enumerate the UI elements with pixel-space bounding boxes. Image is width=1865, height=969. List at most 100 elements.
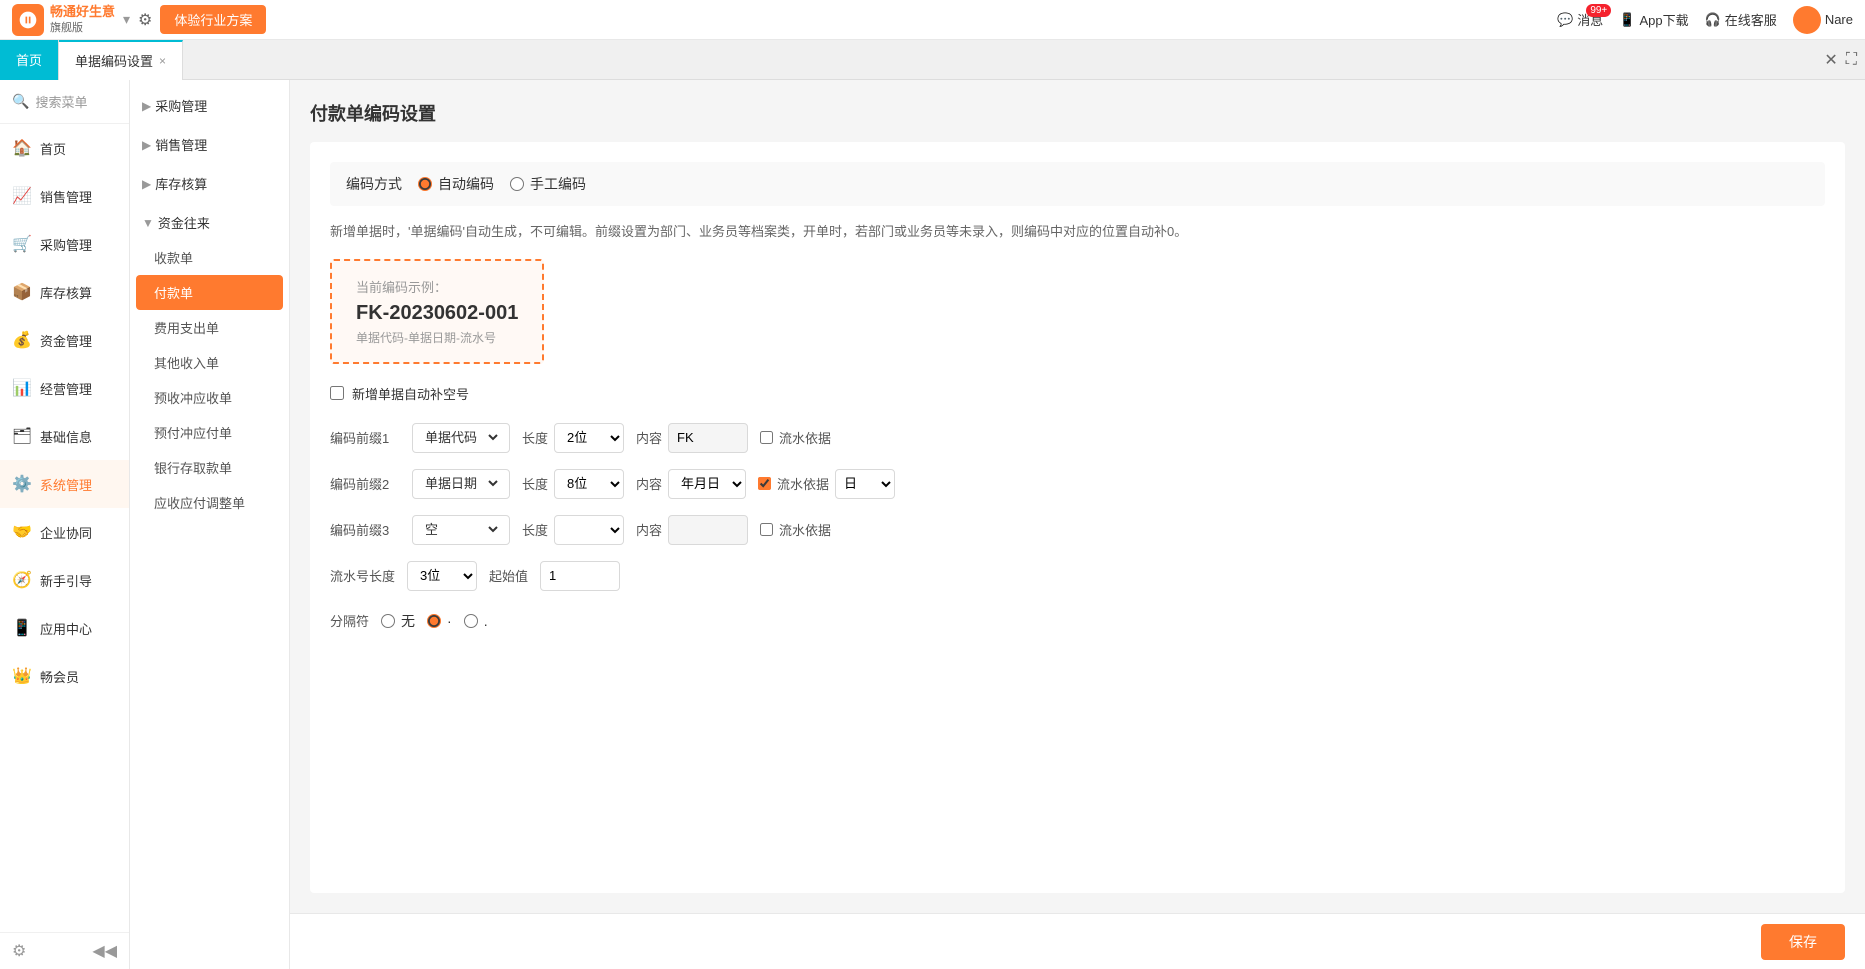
prefix2-content-select[interactable]: 年月日 年月 年 — [668, 469, 746, 499]
auto-encoding-radio[interactable] — [418, 177, 432, 191]
sidebar: 🔍 搜索菜单 🏠 首页 📈 销售管理 🛒 采购管理 📦 库存核算 💰 — [0, 80, 130, 969]
online-service-button[interactable]: 🎧 在线客服 — [1705, 10, 1777, 29]
sub-nav-item-other-income[interactable]: 其他收入单 — [130, 345, 289, 380]
sub-nav-item-payment[interactable]: 付款单 — [136, 275, 283, 310]
sub-nav-group-purchase-header[interactable]: ▶ 采购管理 — [130, 88, 289, 123]
prefix1-select-input[interactable]: 单据代码 单据日期 空 — [421, 429, 501, 446]
info-text: 新增单据时，'单据编码'自动生成，不可编辑。前缀设置为部门、业务员等档案类，开单… — [330, 222, 1825, 243]
search-icon: 🔍 — [12, 93, 29, 110]
download-icon: 📱 — [1619, 12, 1635, 28]
logo-icon — [12, 4, 44, 36]
manual-encoding-radio[interactable] — [510, 177, 524, 191]
tab-home[interactable]: 首页 — [0, 40, 59, 80]
prefix1-length-select[interactable]: 2位 — [554, 423, 624, 453]
message-button[interactable]: 💬 消息 99+ — [1557, 10, 1603, 29]
separator-dot-option[interactable]: · — [427, 613, 452, 629]
settings-bottom-button[interactable]: ⚙ — [12, 941, 26, 961]
maximize-window-button[interactable]: ⛶ — [1846, 51, 1857, 69]
sidebar-search[interactable]: 🔍 搜索菜单 — [0, 80, 129, 124]
preview-box: 当前编码示例： FK-20230602-001 单据代码-单据日期-流水号 — [330, 259, 544, 364]
prefix1-content-input[interactable] — [668, 423, 748, 453]
prefix1-length-label: 长度 — [522, 428, 548, 447]
sidebar-item-home[interactable]: 🏠 首页 — [0, 124, 129, 172]
sidebar-item-finance[interactable]: 💰 资金管理 — [0, 316, 129, 364]
prefix2-content-label: 内容 — [636, 474, 662, 493]
prefix1-select[interactable]: 单据代码 单据日期 空 — [412, 423, 510, 453]
sub-nav-group-inventory: ▶ 库存核算 — [130, 166, 289, 201]
sub-nav-group-inventory-header[interactable]: ▶ 库存核算 — [130, 166, 289, 201]
separator-underscore-option[interactable]: . — [464, 613, 488, 629]
separator-underscore-radio[interactable] — [464, 614, 478, 628]
tab-close-icon[interactable]: × — [159, 54, 166, 68]
prefix3-flow-checkbox[interactable] — [760, 523, 773, 536]
prefix2-flow-checkbox[interactable] — [758, 477, 771, 490]
sub-nav-item-prepay-payable[interactable]: 预付冲应付单 — [130, 415, 289, 450]
sidebar-item-guide[interactable]: 🧭 新手引导 — [0, 556, 129, 604]
prefix1-flow-section: 流水依据 — [760, 428, 831, 447]
content-area: 付款单编码设置 编码方式 自动编码 手工编码 — [290, 80, 1865, 913]
tabbar-actions: ✕ ⛶ — [1824, 50, 1865, 70]
start-label: 起始值 — [489, 566, 528, 585]
sidebar-item-sales[interactable]: 📈 销售管理 — [0, 172, 129, 220]
preview-label: 当前编码示例： — [356, 277, 518, 296]
prefix1-content-label: 内容 — [636, 428, 662, 447]
sub-nav: ▶ 采购管理 ▶ 销售管理 ▶ 库存核算 ▼ 资金往来 收款单 付款单 费用支出… — [130, 80, 290, 969]
preview-desc: 单据代码-单据日期-流水号 — [356, 329, 518, 346]
sidebar-item-operation[interactable]: 📊 经营管理 — [0, 364, 129, 412]
serial-length-select[interactable]: 3位 4位 5位 — [407, 561, 477, 591]
sidebar-item-enterprise[interactable]: 🤝 企业协同 — [0, 508, 129, 556]
inventory-icon: 📦 — [12, 282, 32, 302]
sub-nav-group-finance-header[interactable]: ▼ 资金往来 — [130, 205, 289, 240]
sub-nav-group-purchase: ▶ 采购管理 — [130, 88, 289, 123]
operation-icon: 📊 — [12, 378, 32, 398]
prefix2-select[interactable]: 单据日期 单据代码 空 — [412, 469, 510, 499]
prefix3-length-select[interactable] — [554, 515, 624, 545]
sidebar-item-system[interactable]: ⚙️ 系统管理 — [0, 460, 129, 508]
start-value-input[interactable] — [540, 561, 620, 591]
prefix2-row: 编码前缀2 单据日期 单据代码 空 长度 8位 — [330, 469, 1825, 499]
expand-arrow-icon[interactable]: ▾ — [123, 11, 130, 28]
collapse-sidebar-button[interactable]: ◀◀ — [92, 941, 117, 961]
user-profile[interactable]: Nare — [1793, 6, 1853, 34]
trial-button[interactable]: 体验行业方案 — [160, 5, 266, 34]
prefix1-flow-checkbox[interactable] — [760, 431, 773, 444]
sidebar-item-purchase[interactable]: 🛒 采购管理 — [0, 220, 129, 268]
sub-nav-item-expense[interactable]: 费用支出单 — [130, 310, 289, 345]
tab-settings[interactable]: 单据编码设置 × — [59, 40, 183, 80]
sub-nav-group-sales-header[interactable]: ▶ 销售管理 — [130, 127, 289, 162]
sidebar-item-inventory[interactable]: 📦 库存核算 — [0, 268, 129, 316]
app-download-button[interactable]: 📱 App下载 — [1619, 10, 1688, 29]
sidebar-nav: 🏠 首页 📈 销售管理 🛒 采购管理 📦 库存核算 💰 资金管理 📊 经 — [0, 124, 129, 932]
settings-icon[interactable]: ⚙ — [138, 10, 152, 30]
prefix3-select-input[interactable]: 空 单据代码 单据日期 — [421, 521, 501, 538]
sub-nav-item-prepay-receivable[interactable]: 预收冲应收单 — [130, 380, 289, 415]
sub-nav-group-sales: ▶ 销售管理 — [130, 127, 289, 162]
service-icon: 🎧 — [1705, 12, 1721, 28]
auto-encoding-option[interactable]: 自动编码 — [418, 174, 494, 194]
sub-nav-item-adjustment[interactable]: 应收应付调整单 — [130, 485, 289, 520]
prefix2-select-input[interactable]: 单据日期 单据代码 空 — [421, 475, 501, 492]
separator-none-option[interactable]: 无 — [381, 611, 415, 631]
page-title: 付款单编码设置 — [310, 100, 1845, 126]
separator-none-radio[interactable] — [381, 614, 395, 628]
prefix3-select[interactable]: 空 单据代码 单据日期 — [412, 515, 510, 545]
prefix2-length-select[interactable]: 8位 — [554, 469, 624, 499]
separator-dot-radio[interactable] — [427, 614, 441, 628]
sidebar-bottom: ⚙ ◀◀ — [0, 932, 129, 969]
prefix2-flow-period-select[interactable]: 日 月 年 — [835, 469, 895, 499]
sub-nav-item-bank[interactable]: 银行存取款单 — [130, 450, 289, 485]
sub-nav-item-receipt[interactable]: 收款单 — [130, 240, 289, 275]
purchase-icon: 🛒 — [12, 234, 32, 254]
manual-encoding-option[interactable]: 手工编码 — [510, 174, 586, 194]
prefix2-length-section: 长度 8位 — [522, 469, 624, 499]
auto-fill-checkbox[interactable] — [330, 386, 344, 400]
sidebar-item-basic[interactable]: 🗂 基础信息 — [0, 412, 129, 460]
save-button[interactable]: 保存 — [1761, 924, 1845, 960]
sidebar-item-member[interactable]: 👑 畅会员 — [0, 652, 129, 700]
sidebar-item-apps[interactable]: 📱 应用中心 — [0, 604, 129, 652]
apps-icon: 📱 — [12, 618, 32, 638]
chevron-down-icon: ▼ — [142, 216, 154, 230]
close-window-button[interactable]: ✕ — [1824, 50, 1837, 70]
prefix3-content-input[interactable] — [668, 515, 748, 545]
encoding-method-row: 编码方式 自动编码 手工编码 — [330, 162, 1825, 206]
